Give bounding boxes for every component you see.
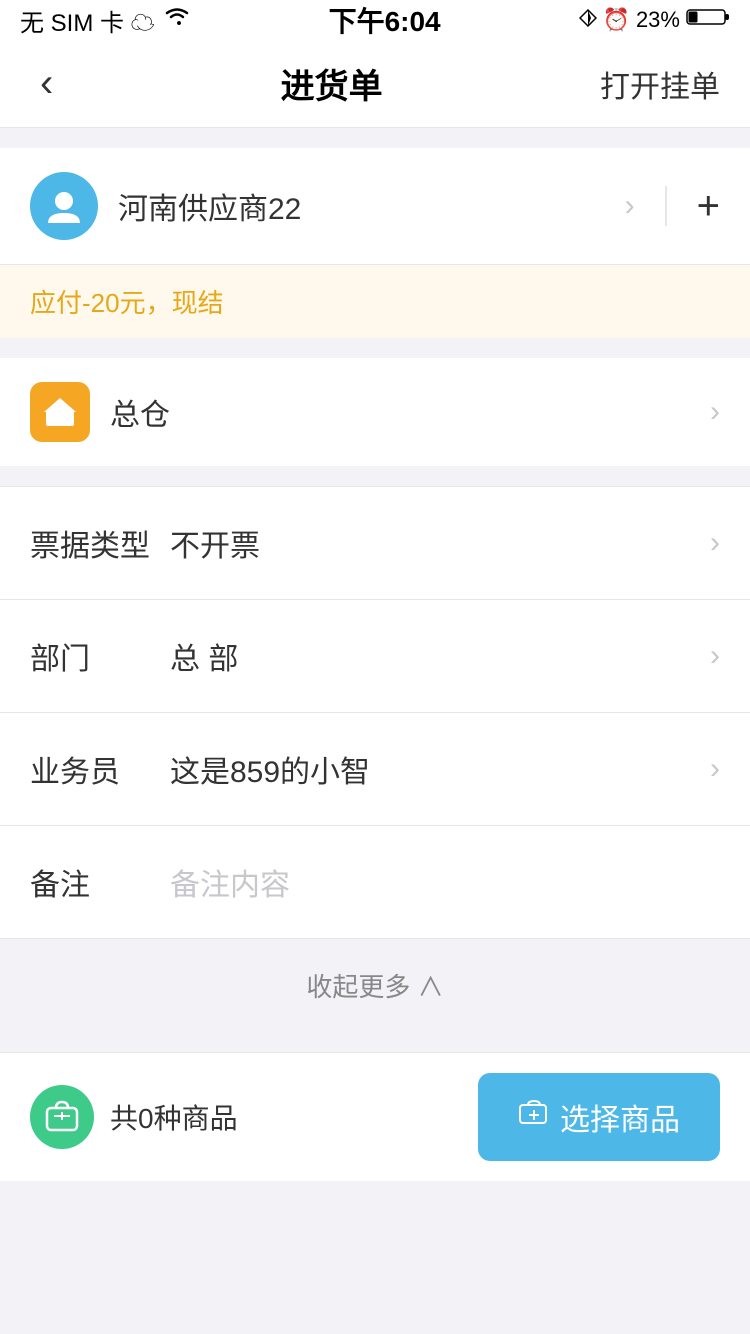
nav-bar: ‹ 进货单 打开挂单 bbox=[0, 40, 750, 128]
select-product-label: 选择商品 bbox=[560, 1095, 680, 1139]
supplier-row[interactable]: 河南供应商22 › + bbox=[0, 148, 750, 265]
page-title: 进货单 bbox=[281, 59, 383, 108]
department-chevron-icon: › bbox=[710, 639, 720, 673]
ticket-type-value: 不开票 bbox=[170, 521, 710, 565]
warehouse-name: 总仓 bbox=[110, 390, 710, 434]
bottom-bar: 共0种商品 选择商品 bbox=[0, 1052, 750, 1181]
notes-placeholder: 备注内容 bbox=[170, 860, 720, 904]
back-button[interactable]: ‹ bbox=[30, 51, 63, 116]
select-product-button[interactable]: 选择商品 bbox=[478, 1073, 720, 1161]
warehouse-card: 总仓 › bbox=[0, 358, 750, 466]
add-supplier-button[interactable]: + bbox=[697, 184, 720, 229]
status-right: ⏰ 23% bbox=[579, 7, 730, 33]
ticket-type-label: 票据类型 bbox=[30, 521, 170, 565]
battery-icon bbox=[686, 7, 730, 33]
salesperson-value: 这是859的小智 bbox=[170, 747, 710, 791]
collapse-row[interactable]: 收起更多 ∧ bbox=[0, 938, 750, 1032]
sim-status: 无 SIM 卡 ☁ bbox=[20, 3, 155, 38]
supplier-chevron-icon: › bbox=[625, 189, 635, 223]
warehouse-row[interactable]: 总仓 › bbox=[0, 358, 750, 466]
department-label: 部门 bbox=[30, 634, 170, 678]
notes-label: 备注 bbox=[30, 860, 170, 904]
select-product-icon bbox=[518, 1099, 550, 1135]
location-icon bbox=[579, 7, 597, 33]
notice-bar: 应付-20元，现结 bbox=[0, 265, 750, 338]
supplier-name: 河南供应商22 bbox=[118, 184, 625, 228]
notes-row[interactable]: 备注 备注内容 bbox=[0, 825, 750, 938]
section-gap-4 bbox=[0, 1032, 750, 1052]
section-gap-1 bbox=[0, 128, 750, 148]
salesperson-row[interactable]: 业务员 这是859的小智 › bbox=[0, 712, 750, 825]
wifi-icon bbox=[163, 6, 191, 34]
product-icon bbox=[30, 1085, 94, 1149]
status-left: 无 SIM 卡 ☁ bbox=[20, 3, 191, 38]
section-gap-3 bbox=[0, 466, 750, 486]
supplier-card: 河南供应商22 › + 应付-20元，现结 bbox=[0, 148, 750, 338]
alarm-icon: ⏰ bbox=[603, 7, 630, 33]
department-value: 总 部 bbox=[170, 634, 710, 678]
supplier-divider bbox=[665, 186, 667, 226]
status-time: 下午6:04 bbox=[329, 0, 441, 40]
salesperson-chevron-icon: › bbox=[710, 752, 720, 786]
department-row[interactable]: 部门 总 部 › bbox=[0, 599, 750, 712]
status-bar: 无 SIM 卡 ☁ 下午6:04 ⏰ 23% bbox=[0, 0, 750, 40]
collapse-label: 收起更多 ∧ bbox=[306, 967, 443, 1004]
battery-percent: 23% bbox=[636, 7, 680, 33]
supplier-avatar bbox=[30, 172, 98, 240]
salesperson-label: 业务员 bbox=[30, 747, 170, 791]
warehouse-icon bbox=[30, 382, 90, 442]
form-card: 票据类型 不开票 › 部门 总 部 › 业务员 这是859的小智 › 备注 备注… bbox=[0, 486, 750, 938]
ticket-type-chevron-icon: › bbox=[710, 526, 720, 560]
open-pending-button[interactable]: 打开挂单 bbox=[600, 62, 720, 106]
warehouse-chevron-icon: › bbox=[710, 395, 720, 429]
ticket-type-row[interactable]: 票据类型 不开票 › bbox=[0, 486, 750, 599]
section-gap-2 bbox=[0, 338, 750, 358]
product-count: 共0种商品 bbox=[110, 1097, 478, 1137]
